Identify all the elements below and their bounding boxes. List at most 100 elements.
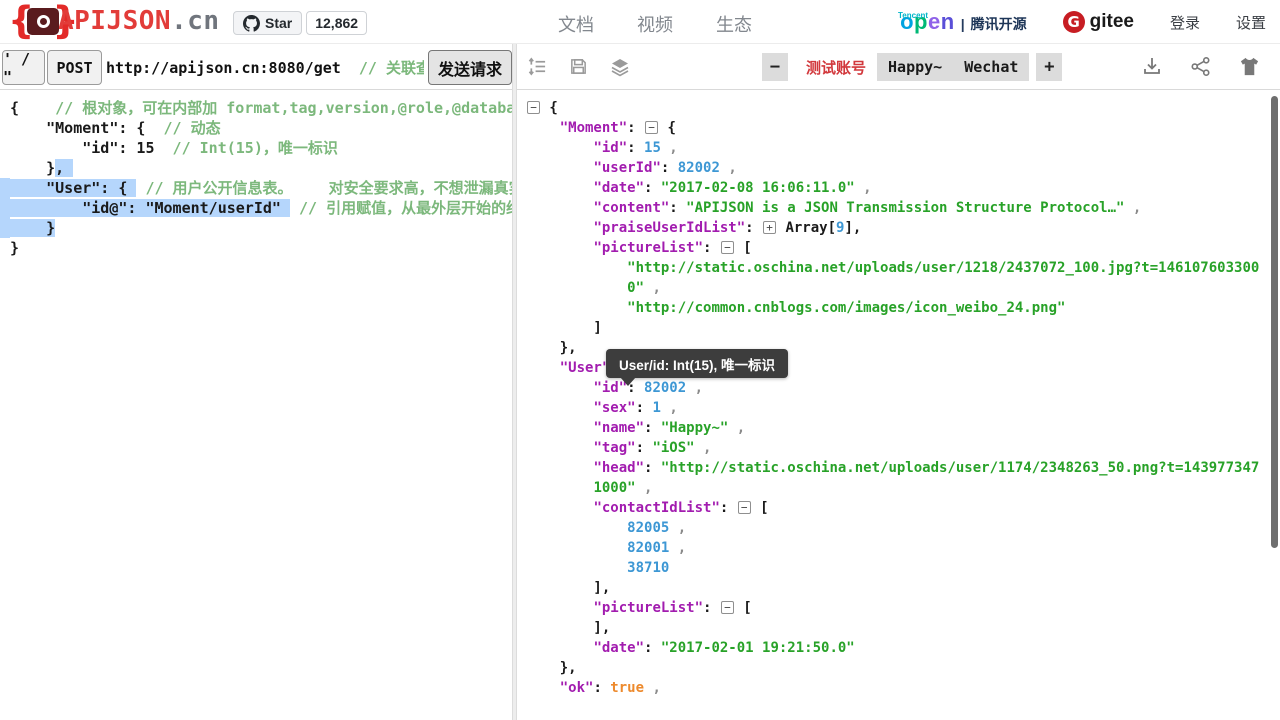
login-link[interactable]: 登录 (1170, 12, 1200, 33)
save-icon[interactable] (569, 57, 588, 77)
github-star-button[interactable]: Star (233, 11, 303, 35)
header-right-cluster: Tencent open | 腾讯开源 G gitee 登录 设置 (898, 0, 1266, 44)
code-line: "date": "2017-02-08 16:06:11.0" , (526, 178, 1280, 198)
code-token: , (694, 440, 712, 456)
code-line: ], (526, 618, 1280, 638)
code-token: // 根对象，可在内部加 format,tag,version,@role,@d… (55, 99, 512, 117)
code-token: // 引用赋值，从最外层开始的绝对( (298, 199, 512, 217)
star-count[interactable]: 12,862 (306, 11, 368, 35)
collapse-icon[interactable]: − (720, 601, 734, 614)
code-token: ] (526, 320, 602, 336)
code-line: "ok": true , (526, 678, 1280, 698)
request-editor[interactable]: { // 根对象，可在内部加 format,tag,version,@role,… (0, 90, 512, 720)
code-line: "id": 15 // Int(15)，唯一标识 (10, 138, 512, 158)
brand-suffix: .cn (171, 6, 220, 36)
code-token: ], (526, 620, 611, 636)
code-token: , (669, 520, 687, 536)
code-token: 15 (644, 140, 661, 156)
code-token: : (703, 240, 720, 256)
viewer-tools (528, 57, 630, 77)
tencent-divider: | (960, 16, 965, 32)
code-line: "http://static.oschina.net/uploads/user/… (526, 258, 1280, 278)
code-token: , (660, 140, 678, 156)
sort-list-icon[interactable] (528, 57, 547, 77)
code-token: "Moment" (559, 120, 628, 136)
send-request-button[interactable]: 发送请求 (428, 50, 512, 85)
code-token: "content" (593, 200, 670, 216)
code-token: true (610, 680, 645, 696)
nav-docs[interactable]: 文档 (558, 11, 594, 37)
collapse-icon[interactable]: − (720, 241, 734, 254)
star-label: Star (265, 15, 293, 31)
collapse-icon[interactable]: − (737, 501, 751, 514)
share-icon[interactable] (1190, 56, 1211, 82)
github-icon (243, 14, 260, 32)
download-icon[interactable] (1142, 56, 1162, 82)
brand-title[interactable]: APIJSON.cn (58, 6, 220, 36)
code-token: : (745, 220, 763, 236)
collapse-icon[interactable]: − (527, 101, 540, 114)
github-star-widget[interactable]: Star 12,862 (233, 11, 368, 35)
response-viewer[interactable]: − { "Moment": − { "id": 15 , "userId": 8… (517, 90, 1280, 720)
code-token: }, (526, 340, 577, 356)
code-token: [ (734, 240, 752, 256)
code-token: "sex" (593, 400, 636, 416)
tencent-open-logo[interactable]: Tencent open | 腾讯开源 (898, 11, 1027, 33)
code-token: : (719, 500, 737, 516)
logo-core (27, 7, 60, 35)
code-line: "sex": 1 , (526, 398, 1280, 418)
tencent-cn-label: 腾讯开源 (970, 16, 1027, 32)
code-token: { (659, 120, 676, 136)
vertical-scrollbar[interactable] (1271, 96, 1278, 548)
gitee-logo[interactable]: G gitee (1062, 11, 1134, 33)
url-text: http://apijson.cn:8080/get (106, 58, 341, 77)
code-token: : (627, 120, 645, 136)
account-tab[interactable]: 测试账号 (795, 53, 878, 81)
account-plus-button[interactable]: + (1036, 53, 1063, 81)
code-token: // Int(15)，唯一标识 (154, 139, 338, 157)
code-line: "User": { // 用户公开信息表。 对安全要求高，不想泄漏真实名称。 (0, 178, 512, 198)
http-method-button[interactable]: POST (47, 50, 102, 85)
account-tabs: 测试账号 Happy~ Wechat (795, 53, 1030, 81)
code-line: "id": 82002 , (526, 378, 1280, 398)
nav-ecosystem[interactable]: 生态 (716, 11, 752, 37)
code-token: "User": { (10, 179, 137, 197)
quote-toggle-button[interactable]: ' / " (2, 50, 45, 86)
code-token: : (669, 200, 687, 216)
collapse-icon[interactable]: − (645, 121, 659, 134)
url-input[interactable]: http://apijson.cn:8080/get // 关联查询 (106, 50, 424, 85)
code-token: Array[ (777, 220, 837, 236)
code-line: 82005 , (526, 518, 1280, 538)
expand-icon[interactable]: + (763, 221, 777, 234)
code-token: "date" (593, 180, 645, 196)
code-token: "Happy~" (660, 420, 729, 436)
toolbar: ' / " POST http://apijson.cn:8080/get //… (0, 44, 1280, 90)
code-token: ], (526, 580, 611, 596)
tshirt-icon[interactable] (1239, 56, 1260, 82)
code-line: "id@": "Moment/userId" // 引用赋值，从最外层开始的绝对… (0, 198, 512, 218)
code-token: 0" (627, 280, 645, 296)
code-token: 82002 (677, 160, 720, 176)
code-token: "http://static.oschina.net/uploads/user/… (627, 260, 1260, 276)
code-token: : (644, 460, 661, 476)
settings-link[interactable]: 设置 (1236, 12, 1266, 33)
code-line: ], (526, 578, 1280, 598)
code-token: "User" (559, 360, 611, 376)
code-token: , (660, 400, 678, 416)
account-minus-button[interactable]: − (762, 53, 788, 81)
account-tab[interactable]: Happy~ (877, 53, 953, 81)
account-tab[interactable]: Wechat (953, 53, 1029, 81)
nav-video[interactable]: 视频 (637, 11, 673, 37)
layers-icon[interactable] (610, 57, 630, 77)
code-token: , (635, 480, 653, 496)
code-token: { (541, 100, 558, 116)
